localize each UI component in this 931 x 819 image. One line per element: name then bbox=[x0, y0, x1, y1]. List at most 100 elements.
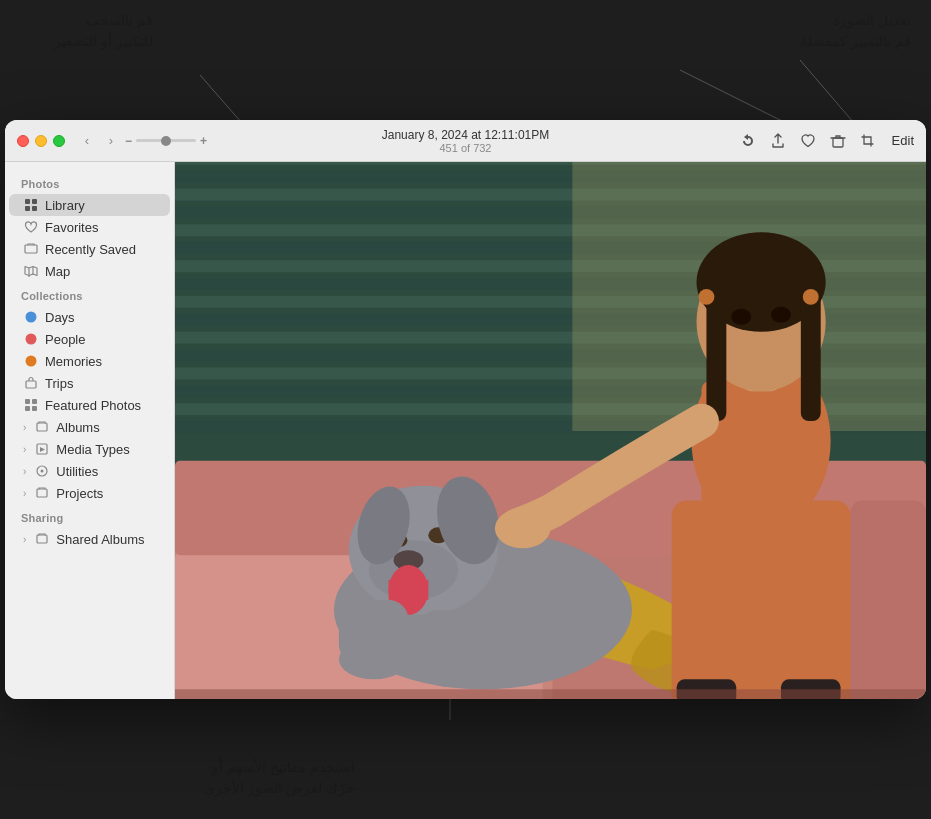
callout-bottom: استخدم مفاتيح الأسهم أو حرّك لعرض الصور … bbox=[200, 757, 355, 799]
recently-saved-icon bbox=[23, 241, 39, 257]
svg-point-12 bbox=[26, 312, 37, 323]
sidebar-item-label-shared-albums: Shared Albums bbox=[56, 532, 144, 547]
sidebar-item-utilities[interactable]: › Utilities bbox=[9, 460, 170, 482]
projects-icon bbox=[34, 485, 50, 501]
zoom-plus-icon: + bbox=[200, 134, 207, 148]
trips-icon bbox=[23, 375, 39, 391]
sidebar-item-label-albums: Albums bbox=[56, 420, 99, 435]
sidebar-item-label-people: People bbox=[45, 332, 85, 347]
sidebar-item-label-favorites: Favorites bbox=[45, 220, 98, 235]
sidebar-section-sharing: Sharing bbox=[5, 504, 174, 528]
callout-top-right-line2: قم بالتمييز كمفضلة. bbox=[796, 31, 911, 52]
sidebar-item-memories[interactable]: Memories bbox=[9, 350, 170, 372]
sidebar-item-trips[interactable]: Trips bbox=[9, 372, 170, 394]
app-window: ‹ › − + January 8, 2024 at 12:11:01PM 45… bbox=[5, 120, 926, 699]
svg-rect-18 bbox=[25, 406, 30, 411]
photo-date: January 8, 2024 at 12:11:01PM bbox=[382, 128, 549, 142]
svg-rect-5 bbox=[25, 199, 30, 204]
map-icon bbox=[23, 263, 39, 279]
edit-button[interactable]: Edit bbox=[892, 133, 914, 148]
callout-bottom-line2: حرّك لعرض الصور الأخرى. bbox=[200, 778, 355, 799]
svg-point-75 bbox=[731, 309, 751, 325]
sidebar-item-label-projects: Projects bbox=[56, 486, 103, 501]
memories-icon bbox=[23, 353, 39, 369]
sidebar-item-days[interactable]: Days bbox=[9, 306, 170, 328]
slider-thumb[interactable] bbox=[161, 136, 171, 146]
albums-chevron: › bbox=[23, 422, 26, 433]
sidebar-item-map[interactable]: Map bbox=[9, 260, 170, 282]
back-button[interactable]: ‹ bbox=[77, 131, 97, 151]
svg-rect-72 bbox=[801, 292, 821, 421]
days-icon bbox=[23, 309, 39, 325]
maximize-button[interactable] bbox=[53, 135, 65, 147]
close-button[interactable] bbox=[17, 135, 29, 147]
shared-albums-chevron: › bbox=[23, 534, 26, 545]
svg-rect-81 bbox=[175, 689, 926, 699]
people-icon bbox=[23, 331, 39, 347]
svg-rect-6 bbox=[32, 199, 37, 204]
callout-bottom-line1: استخدم مفاتيح الأسهم أو bbox=[200, 757, 355, 778]
callout-top-left-line1: قم بالسحب bbox=[50, 10, 153, 31]
svg-rect-9 bbox=[25, 245, 37, 253]
sidebar-item-media-types[interactable]: › Media Types bbox=[9, 438, 170, 460]
media-types-icon bbox=[34, 441, 50, 457]
svg-rect-80 bbox=[851, 501, 926, 699]
sidebar-item-library[interactable]: Library bbox=[9, 194, 170, 216]
shared-albums-icon bbox=[34, 531, 50, 547]
sidebar-section-collections: Collections bbox=[5, 282, 174, 306]
sidebar-item-albums[interactable]: › Albums bbox=[9, 416, 170, 438]
svg-rect-8 bbox=[32, 206, 37, 211]
photo-area bbox=[175, 162, 926, 699]
albums-icon bbox=[34, 419, 50, 435]
sidebar-item-label-featured-photos: Featured Photos bbox=[45, 398, 141, 413]
sidebar-item-label-map: Map bbox=[45, 264, 70, 279]
sidebar-item-projects[interactable]: › Projects bbox=[9, 482, 170, 504]
titlebar: ‹ › − + January 8, 2024 at 12:11:01PM 45… bbox=[5, 120, 926, 162]
forward-button[interactable]: › bbox=[101, 131, 121, 151]
favorites-icon bbox=[23, 219, 39, 235]
svg-point-74 bbox=[803, 289, 819, 305]
svg-rect-15 bbox=[26, 381, 36, 388]
sidebar-item-recently-saved[interactable]: Recently Saved bbox=[9, 238, 170, 260]
sidebar: Photos Library F bbox=[5, 162, 175, 699]
sidebar-item-people[interactable]: People bbox=[9, 328, 170, 350]
svg-point-76 bbox=[771, 307, 791, 323]
featured-photos-icon bbox=[23, 397, 39, 413]
sidebar-item-label-memories: Memories bbox=[45, 354, 102, 369]
svg-rect-53 bbox=[389, 580, 429, 600]
sidebar-item-label-trips: Trips bbox=[45, 376, 73, 391]
svg-rect-23 bbox=[37, 489, 47, 497]
sidebar-item-label-library: Library bbox=[45, 198, 85, 213]
rewind-icon[interactable] bbox=[738, 131, 758, 151]
photo-display bbox=[175, 162, 926, 699]
svg-rect-24 bbox=[37, 535, 47, 543]
crop-icon[interactable] bbox=[858, 131, 878, 151]
callout-top-left-line2: للتكبير أو التصغير. bbox=[50, 31, 153, 52]
sidebar-item-label-utilities: Utilities bbox=[56, 464, 98, 479]
minimize-button[interactable] bbox=[35, 135, 47, 147]
zoom-slider[interactable]: − + bbox=[125, 134, 207, 148]
sidebar-item-favorites[interactable]: Favorites bbox=[9, 216, 170, 238]
share-icon[interactable] bbox=[768, 131, 788, 151]
sidebar-item-label-media-types: Media Types bbox=[56, 442, 129, 457]
utilities-chevron: › bbox=[23, 466, 26, 477]
slider-track[interactable] bbox=[136, 139, 196, 142]
sidebar-item-featured-photos[interactable]: Featured Photos bbox=[9, 394, 170, 416]
utilities-icon bbox=[34, 463, 50, 479]
svg-point-77 bbox=[495, 508, 551, 548]
svg-rect-17 bbox=[32, 399, 37, 404]
favorite-icon[interactable] bbox=[798, 131, 818, 151]
svg-rect-71 bbox=[706, 292, 726, 421]
svg-point-13 bbox=[26, 334, 37, 345]
navigation-buttons: ‹ › bbox=[77, 131, 121, 151]
svg-rect-16 bbox=[25, 399, 30, 404]
callout-top-right-line1: تعديل الصورة. bbox=[796, 10, 911, 31]
sidebar-item-label-recently-saved: Recently Saved bbox=[45, 242, 136, 257]
photo-count: 451 of 732 bbox=[382, 142, 549, 154]
svg-rect-7 bbox=[25, 206, 30, 211]
trash-icon[interactable] bbox=[828, 131, 848, 151]
sidebar-section-photos: Photos bbox=[5, 170, 174, 194]
sidebar-item-shared-albums[interactable]: › Shared Albums bbox=[9, 528, 170, 550]
library-icon bbox=[23, 197, 39, 213]
svg-rect-61 bbox=[418, 610, 488, 675]
